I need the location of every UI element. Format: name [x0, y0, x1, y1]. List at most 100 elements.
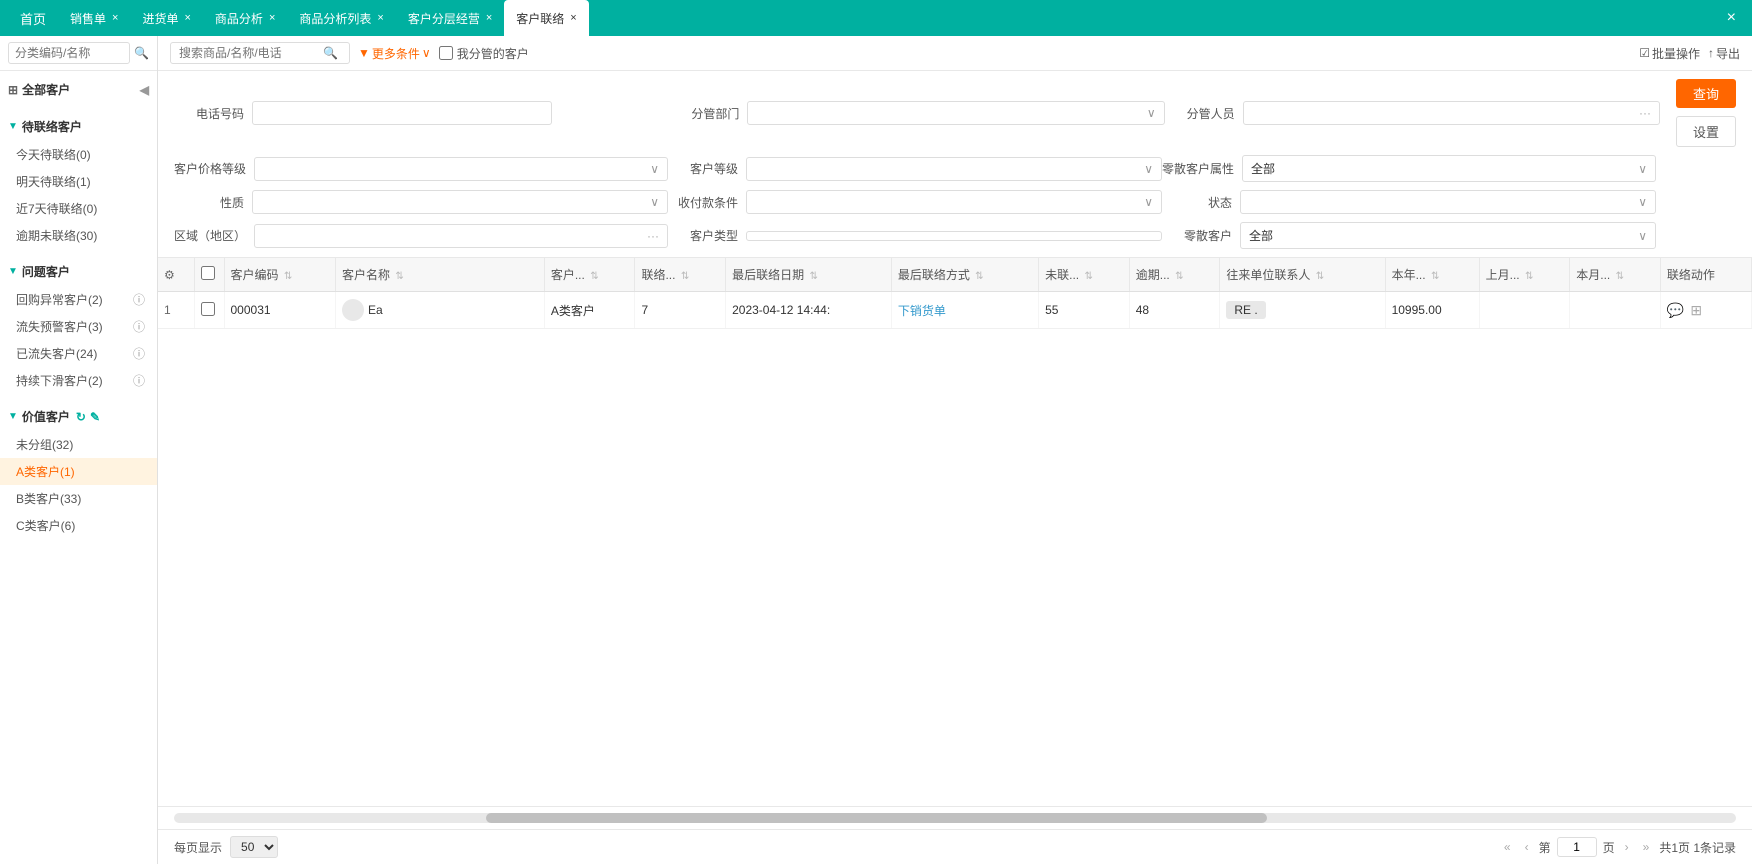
more-filters-button[interactable]: ▼ 更多条件 ∨: [358, 45, 431, 62]
tab-close-analysis[interactable]: ×: [269, 12, 275, 24]
per-page-select[interactable]: 50: [230, 836, 278, 858]
last-method-link[interactable]: 下销货单: [898, 304, 946, 318]
th-name[interactable]: 客户名称 ⇅: [336, 258, 545, 292]
sidebar-item-b-class[interactable]: B类客户(33): [0, 485, 157, 512]
th-settings[interactable]: ⚙: [158, 258, 194, 292]
filter-cell-region: 区域（地区） ···: [174, 224, 668, 248]
td-last-method[interactable]: 下销货单: [891, 292, 1038, 329]
grade-label: 客户等级: [668, 160, 738, 177]
scroll-thumb[interactable]: [486, 813, 1267, 823]
phone-input[interactable]: [252, 101, 552, 125]
th-last-date[interactable]: 最后联络日期 ⇅: [726, 258, 892, 292]
sidebar-item-declining[interactable]: 持续下滑客户(2) ⓘ: [0, 367, 157, 394]
region-dots[interactable]: ···: [647, 229, 659, 243]
tab-close-segment[interactable]: ×: [486, 12, 492, 24]
value-customers-header[interactable]: ▼ 价值客户 ↻ ✎: [0, 402, 157, 431]
customer-type-select[interactable]: [746, 231, 1162, 241]
sidebar-item-7days[interactable]: 近7天待联络(0): [0, 195, 157, 222]
td-checkbox[interactable]: [194, 292, 224, 329]
th-contact2[interactable]: 往来单位联系人 ⇅: [1220, 258, 1385, 292]
sidebar-item-c-class[interactable]: C类客户(6): [0, 512, 157, 539]
price-grade-select[interactable]: ∨: [254, 157, 668, 181]
tab-customer-contact[interactable]: 客户联络 ×: [504, 0, 588, 36]
first-page-button[interactable]: «: [1500, 838, 1515, 856]
my-customers-check[interactable]: [439, 46, 453, 60]
tab-close-purchase[interactable]: ×: [184, 12, 190, 24]
retail-attr-select[interactable]: 全部 ∨: [1242, 155, 1656, 182]
all-customers-header[interactable]: ⊞ 全部客户 ◀: [0, 75, 157, 104]
nature-select[interactable]: ∨: [252, 190, 668, 214]
tab-close-analysis-list[interactable]: ×: [377, 12, 383, 24]
retail-select[interactable]: 全部 ∨: [1240, 222, 1656, 249]
sidebar-item-ungrouped[interactable]: 未分组(32): [0, 431, 157, 458]
td-name: Ea: [336, 292, 545, 329]
message-icon[interactable]: 💬: [1667, 302, 1684, 319]
sidebar-search-icon[interactable]: 🔍: [134, 46, 149, 60]
th-last-month[interactable]: 上月... ⇅: [1479, 258, 1570, 292]
settings-icon[interactable]: ⚙: [164, 268, 175, 282]
tab-customer-segment[interactable]: 客户分层经营 ×: [396, 0, 504, 36]
th-code[interactable]: 客户编码 ⇅: [224, 258, 336, 292]
dept-select[interactable]: ∨: [747, 101, 1164, 125]
export-icon: ↑: [1708, 46, 1714, 60]
batch-operation-button[interactable]: ☑ 批量操作: [1639, 45, 1700, 62]
close-all-button[interactable]: ×: [1719, 9, 1744, 27]
tab-purchase[interactable]: 进货单 ×: [130, 0, 202, 36]
payment-select[interactable]: ∨: [746, 190, 1162, 214]
th-this-month[interactable]: 本月... ⇅: [1570, 258, 1661, 292]
pending-contact-section: ▼ 待联络客户 今天待联络(0) 明天待联络(1) 近7天待联络(0) 逾期未联…: [0, 108, 157, 253]
filter-icon: ▼: [358, 46, 370, 60]
grade-select[interactable]: ∨: [746, 157, 1162, 181]
page-input[interactable]: [1557, 837, 1597, 857]
region-select[interactable]: ···: [254, 224, 668, 248]
settings-button[interactable]: 设置: [1676, 116, 1736, 147]
edit-icon-value[interactable]: ✎: [90, 410, 100, 424]
grid-icon: ⊞: [8, 83, 18, 97]
my-customers-checkbox[interactable]: 我分管的客户: [439, 45, 529, 62]
sidebar-item-a-class[interactable]: A类客户(1): [0, 458, 157, 485]
last-page-button[interactable]: »: [1639, 838, 1654, 856]
prev-page-button[interactable]: ‹: [1521, 838, 1533, 856]
tab-sales[interactable]: 销售单 ×: [58, 0, 130, 36]
sidebar-item-loss-warning[interactable]: 流失预警客户(3) ⓘ: [0, 313, 157, 340]
th-checkbox[interactable]: [194, 258, 224, 292]
tab-product-analysis[interactable]: 商品分析 ×: [203, 0, 287, 36]
query-button[interactable]: 查询: [1676, 79, 1736, 108]
th-last-method[interactable]: 最后联络方式 ⇅: [891, 258, 1038, 292]
person-select[interactable]: ···: [1243, 101, 1660, 125]
person-dots[interactable]: ···: [1639, 106, 1651, 120]
problem-customers-header[interactable]: ▼ 问题客户: [0, 257, 157, 286]
horizontal-scroll-area[interactable]: [158, 806, 1752, 829]
sort-icon-type: ⇅: [590, 271, 598, 282]
sidebar-item-tomorrow[interactable]: 明天待联络(1): [0, 168, 157, 195]
select-all-checkbox[interactable]: [201, 266, 215, 280]
th-uncontacted[interactable]: 未联... ⇅: [1039, 258, 1130, 292]
search-input[interactable]: [179, 46, 319, 60]
tab-close-contact[interactable]: ×: [570, 12, 576, 24]
status-select[interactable]: ∨: [1240, 190, 1656, 214]
th-type[interactable]: 客户... ⇅: [544, 258, 635, 292]
sort-icon-last-date: ⇅: [809, 271, 817, 282]
payment-caret: ∨: [1144, 195, 1153, 209]
sidebar-item-overdue[interactable]: 逾期未联络(30): [0, 222, 157, 249]
th-overdue[interactable]: 逾期... ⇅: [1129, 258, 1220, 292]
page-prefix-label: 第: [1539, 839, 1551, 856]
export-button[interactable]: ↑ 导出: [1708, 45, 1740, 62]
tab-close-sales[interactable]: ×: [112, 12, 118, 24]
next-page-button[interactable]: ›: [1621, 838, 1633, 856]
sidebar-search-input[interactable]: [8, 42, 130, 64]
row-checkbox-0[interactable]: [201, 302, 215, 316]
refresh-icon-value[interactable]: ↻: [76, 410, 86, 424]
sidebar-item-repurchase-abnormal[interactable]: 回购异常客户(2) ⓘ: [0, 286, 157, 313]
home-button[interactable]: 首页: [8, 9, 58, 28]
sidebar-item-today[interactable]: 今天待联络(0): [0, 141, 157, 168]
tab-product-analysis-list[interactable]: 商品分析列表 ×: [287, 0, 395, 36]
pending-contact-header[interactable]: ▼ 待联络客户: [0, 112, 157, 141]
qr-icon[interactable]: ⊞: [1690, 302, 1702, 319]
table-body: 1 000031 Ea A类客户 7 202: [158, 292, 1752, 329]
sidebar-item-lost[interactable]: 已流失客户(24) ⓘ: [0, 340, 157, 367]
th-contact-count[interactable]: 联络... ⇅: [635, 258, 726, 292]
main-content: 🔍 ▼ 更多条件 ∨ 我分管的客户 ☑ 批量操作 ↑ 导出: [158, 36, 1752, 864]
th-this-year[interactable]: 本年... ⇅: [1385, 258, 1479, 292]
scroll-track[interactable]: [174, 813, 1736, 823]
